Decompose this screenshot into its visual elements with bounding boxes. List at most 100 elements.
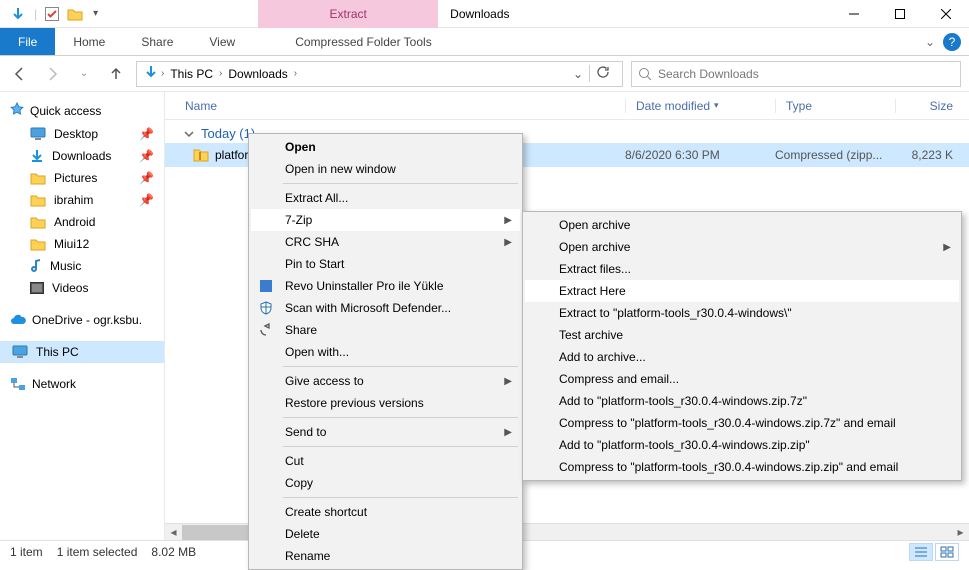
column-type[interactable]: Type [775, 99, 895, 113]
menu-defender[interactable]: Scan with Microsoft Defender... [251, 297, 520, 319]
submenu-extract-here[interactable]: Extract Here [525, 280, 959, 302]
menu-crc-sha[interactable]: CRC SHA ▶ [251, 231, 520, 253]
minimize-button[interactable] [831, 0, 877, 28]
chevron-right-icon[interactable]: › [161, 68, 164, 79]
sidebar-this-pc[interactable]: This PC [0, 341, 164, 363]
menu-share[interactable]: Share [251, 319, 520, 341]
compressed-tools-tab[interactable]: Compressed Folder Tools [271, 28, 456, 55]
up-button[interactable] [104, 62, 128, 86]
menu-revo[interactable]: Revo Uninstaller Pro ile Yükle [251, 275, 520, 297]
pin-icon: 📌 [139, 193, 154, 207]
submenu-extract-files[interactable]: Extract files... [525, 258, 959, 280]
submenu-extract-to[interactable]: Extract to "platform-tools_r30.0.4-windo… [525, 302, 959, 324]
navigation-pane: Quick access Desktop 📌 Downloads 📌 Pictu… [0, 92, 165, 540]
column-date[interactable]: Date modified ▾ [625, 99, 775, 113]
forward-button[interactable] [40, 62, 64, 86]
maximize-button[interactable] [877, 0, 923, 28]
submenu-compress-7z-email[interactable]: Compress to "platform-tools_r30.0.4-wind… [525, 412, 959, 434]
submenu-compress-zip-email[interactable]: Compress to "platform-tools_r30.0.4-wind… [525, 456, 959, 478]
chevron-right-icon[interactable]: › [219, 68, 222, 79]
sidebar-item-downloads[interactable]: Downloads 📌 [0, 145, 164, 167]
submenu-open-archive-2[interactable]: Open archive ▶ [525, 236, 959, 258]
close-button[interactable] [923, 0, 969, 28]
video-icon [30, 282, 44, 294]
menu-pin-start[interactable]: Pin to Start [251, 253, 520, 275]
large-icons-view-button[interactable] [935, 543, 959, 561]
submenu-test-archive[interactable]: Test archive [525, 324, 959, 346]
sidebar-item-ibrahim[interactable]: ibrahim 📌 [0, 189, 164, 211]
qat-dropdown-icon[interactable]: ▾ [93, 8, 98, 19]
sidebar-network[interactable]: Network [0, 373, 164, 395]
column-size[interactable]: Size [895, 99, 969, 113]
submenu-7zip: Open archive Open archive ▶ Extract file… [522, 211, 962, 481]
details-view-button[interactable] [909, 543, 933, 561]
submenu-add-to-7z[interactable]: Add to "platform-tools_r30.0.4-windows.z… [525, 390, 959, 412]
sidebar-item-miui12[interactable]: Miui12 [0, 233, 164, 255]
view-tab[interactable]: View [191, 28, 253, 55]
sidebar-item-pictures[interactable]: Pictures 📌 [0, 167, 164, 189]
sidebar-item-label: This PC [36, 345, 79, 359]
file-tab[interactable]: File [0, 28, 55, 55]
sidebar-item-videos[interactable]: Videos [0, 277, 164, 299]
qat-separator: | [34, 7, 37, 21]
sidebar-item-android[interactable]: Android [0, 211, 164, 233]
menu-open-new-window[interactable]: Open in new window [251, 158, 520, 180]
column-date-label: Date modified [636, 99, 710, 113]
sidebar-item-music[interactable]: Music [0, 255, 164, 277]
search-placeholder: Search Downloads [658, 67, 759, 81]
menu-open[interactable]: Open [251, 136, 520, 158]
folder-icon[interactable] [67, 7, 83, 21]
down-arrow-icon[interactable] [10, 6, 26, 22]
breadcrumb[interactable]: › This PC › Downloads › ⌄ [136, 61, 623, 87]
refresh-button[interactable] [589, 65, 616, 82]
breadcrumb-downloads[interactable]: Downloads [224, 67, 291, 81]
checkbox-checked-icon[interactable] [45, 7, 59, 21]
share-tab[interactable]: Share [123, 28, 191, 55]
menu-rename[interactable]: Rename [251, 545, 520, 567]
address-dropdown-icon[interactable]: ⌄ [573, 67, 583, 81]
submenu-arrow-icon: ▶ [943, 242, 951, 253]
menu-separator [283, 497, 518, 498]
help-button[interactable]: ? [943, 33, 961, 51]
menu-label: Revo Uninstaller Pro ile Yükle [285, 279, 444, 293]
chevron-right-icon[interactable]: › [294, 68, 297, 79]
sidebar-item-label: Android [54, 215, 95, 229]
submenu-arrow-icon: ▶ [504, 215, 512, 226]
menu-cut[interactable]: Cut [251, 450, 520, 472]
pin-icon: 📌 [139, 127, 154, 141]
quick-access-header[interactable]: Quick access [0, 98, 164, 123]
ribbon-expand-icon[interactable]: ⌄ [925, 35, 935, 49]
scroll-left-button[interactable]: ◂ [165, 524, 182, 541]
menu-restore-versions[interactable]: Restore previous versions [251, 392, 520, 414]
menu-open-with[interactable]: Open with... [251, 341, 520, 363]
window-controls [831, 0, 969, 27]
submenu-add-to-zip[interactable]: Add to "platform-tools_r30.0.4-windows.z… [525, 434, 959, 456]
sidebar-onedrive[interactable]: OneDrive - ogr.ksbu. [0, 309, 164, 331]
sidebar-item-desktop[interactable]: Desktop 📌 [0, 123, 164, 145]
menu-copy[interactable]: Copy [251, 472, 520, 494]
file-type: Compressed (zipp... [775, 148, 895, 162]
menu-create-shortcut[interactable]: Create shortcut [251, 501, 520, 523]
folder-icon [30, 171, 46, 185]
submenu-open-archive[interactable]: Open archive [525, 214, 959, 236]
menu-7zip[interactable]: 7-Zip ▶ [251, 209, 520, 231]
home-tab[interactable]: Home [55, 28, 123, 55]
menu-label: Give access to [285, 374, 364, 388]
recent-dropdown[interactable]: ⌄ [72, 62, 96, 86]
quick-access-toolbar: | ▾ [0, 0, 108, 27]
search-input[interactable]: Search Downloads [631, 61, 961, 87]
folder-icon [30, 215, 46, 229]
column-name[interactable]: Name [165, 99, 625, 113]
submenu-compress-email[interactable]: Compress and email... [525, 368, 959, 390]
menu-delete[interactable]: Delete [251, 523, 520, 545]
menu-extract-all[interactable]: Extract All... [251, 187, 520, 209]
back-button[interactable] [8, 62, 32, 86]
menu-give-access[interactable]: Give access to ▶ [251, 370, 520, 392]
down-arrow-blue-icon[interactable] [143, 64, 159, 83]
submenu-add-to-archive[interactable]: Add to archive... [525, 346, 959, 368]
breadcrumb-this-pc[interactable]: This PC [166, 67, 217, 81]
scroll-right-button[interactable]: ▸ [952, 524, 969, 541]
star-icon [10, 102, 24, 119]
status-selected: 1 item selected [57, 545, 138, 559]
menu-send-to[interactable]: Send to ▶ [251, 421, 520, 443]
